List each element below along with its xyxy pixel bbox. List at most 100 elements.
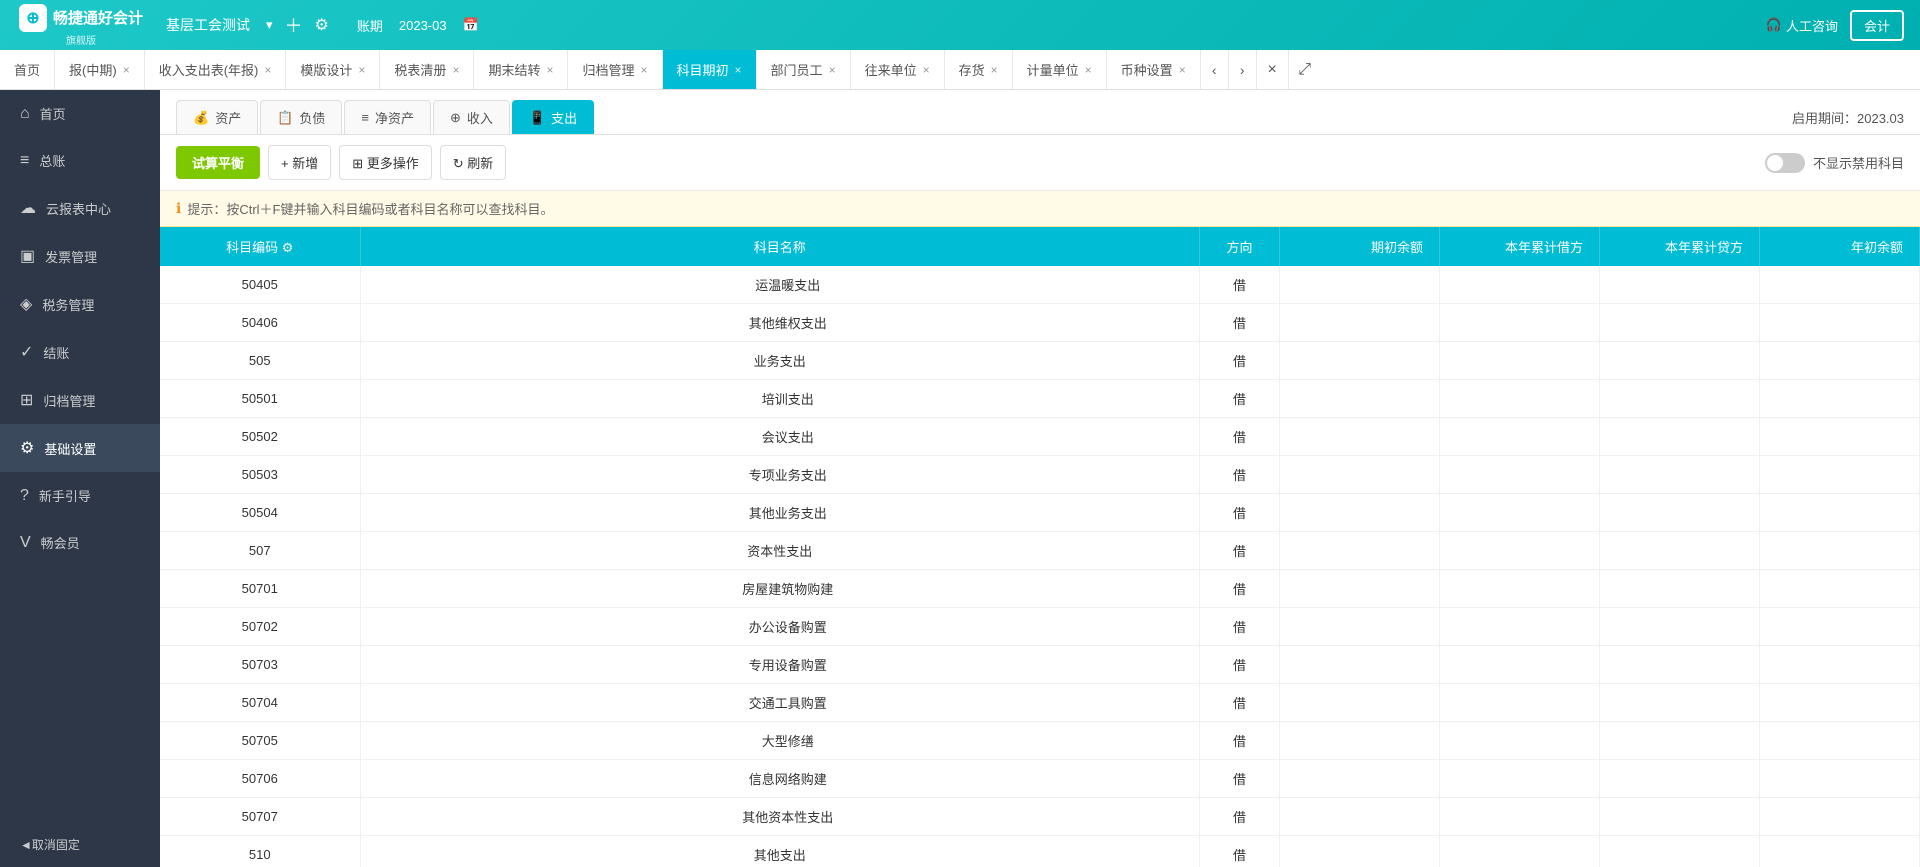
service-button[interactable]: 🎧 人工咨询 [1766,16,1838,35]
table-row[interactable]: 505 业务支出 借 [160,342,1920,380]
tab-currency-label: 币种设置 [1121,60,1173,79]
row-direction: 借 [1200,608,1280,646]
sub-tab-expense[interactable]: 📱 支出 [512,100,594,134]
sidebar-item-home[interactable]: ⌂ 首页 [0,90,160,137]
table-row[interactable]: 50701 房屋建筑物购建 借 [160,570,1920,608]
tab-close-icon[interactable]: × [1085,63,1092,77]
tab-tax-register[interactable]: 税表清册 × [380,50,474,89]
row-initial-balance [1280,684,1440,722]
row-year-initial [1760,798,1920,836]
sidebar-item-ledger[interactable]: ≡ 总账 [0,137,160,184]
row-initial-balance [1280,760,1440,798]
row-year-debit [1440,722,1600,760]
table-row[interactable]: 50703 专用设备购置 借 [160,646,1920,684]
ledger-icon: ≡ [20,152,29,170]
tab-close-icon[interactable]: × [735,63,742,77]
period-info-label: 启用期间：2023.03 [1792,108,1904,127]
sidebar-item-archive[interactable]: ⊞ 归档管理 [0,376,160,424]
sidebar-collapse-button[interactable]: ◄取消固定 [0,822,160,867]
sidebar-item-membership[interactable]: V 畅会员 [0,519,160,566]
tab-archive[interactable]: 归档管理 × [568,50,662,89]
tab-close-icon[interactable]: × [452,63,459,77]
table-row[interactable]: 50706 信息网络购建 借 [160,760,1920,798]
tab-close-icon[interactable]: × [991,63,998,77]
sub-tab-equity[interactable]: ≡ 净资产 [344,100,431,134]
sub-tab-asset[interactable]: 💰 资产 [176,100,258,134]
tab-template-design[interactable]: 模版设计 × [286,50,380,89]
header-name: 科目名称 [360,227,1200,266]
table-row[interactable]: 50504 其他业务支出 借 [160,494,1920,532]
refresh-button[interactable]: ↻ 刷新 [440,145,507,180]
sidebar-item-invoice[interactable]: ▣ 发票管理 [0,232,160,280]
tab-subject-initial[interactable]: 科目期初 × [663,50,757,89]
tab-inventory[interactable]: 存货 × [945,50,1013,89]
logo-icon: ⊕ [19,4,47,32]
tab-close-icon[interactable]: × [123,63,130,77]
calendar-icon[interactable]: 📅 [463,17,479,33]
row-direction: 借 [1200,494,1280,532]
sidebar-item-cloud-report[interactable]: ☁ 云报表中心 [0,184,160,232]
add-button[interactable]: + 新增 [268,145,331,180]
tab-period-end[interactable]: 期末结转 × [474,50,568,89]
invoice-icon: ▣ [20,246,35,266]
row-initial-balance [1280,608,1440,646]
company-dropdown-icon[interactable]: ▾ [266,17,273,33]
sidebar-item-guide[interactable]: ? 新手引导 [0,472,160,519]
row-initial-balance [1280,798,1440,836]
tab-close-icon[interactable]: × [264,63,271,77]
table-row[interactable]: 507 资本性支出 借 [160,532,1920,570]
tab-close-icon[interactable]: × [829,63,836,77]
sub-tab-income[interactable]: ⊕ 收入 [433,100,510,134]
row-initial-balance [1280,266,1440,304]
tab-close-icon[interactable]: × [358,63,365,77]
row-year-debit [1440,760,1600,798]
table-row[interactable]: 50406 其他维权支出 借 [160,304,1920,342]
tab-close-icon[interactable]: × [923,63,930,77]
tab-counterparty[interactable]: 往来单位 × [851,50,945,89]
row-name: 运温暖支出 [360,266,1200,304]
table-row[interactable]: 50702 办公设备购置 借 [160,608,1920,646]
tab-home[interactable]: 首页 [0,50,55,89]
tab-dept-staff-label: 部门员工 [771,60,823,79]
row-year-credit [1600,760,1760,798]
tab-income-annual[interactable]: 收入支出表(年报) × [145,50,287,89]
row-name: 专项业务支出 [360,456,1200,494]
sub-tab-liability[interactable]: 📋 负债 [260,100,342,134]
disabled-toggle[interactable] [1765,153,1805,173]
tab-close-all-button[interactable]: × [1257,50,1289,89]
add-company-button[interactable]: ＋ [285,12,303,38]
row-initial-balance [1280,836,1440,867]
balance-button[interactable]: 试算平衡 [176,146,260,179]
table-row[interactable]: 50405 运温暖支出 借 [160,266,1920,304]
row-year-initial [1760,494,1920,532]
row-year-initial [1760,760,1920,798]
tab-report-mid[interactable]: 报(中期) × [55,50,145,89]
sidebar-item-settings[interactable]: ⚙ 基础设置 [0,424,160,472]
table-row[interactable]: 510 其他支出 借 [160,836,1920,867]
account-button[interactable]: 会计 [1850,10,1904,41]
tab-expand-button[interactable]: ⤢ [1289,50,1321,89]
tab-bar: 首页 报(中期) × 收入支出表(年报) × 模版设计 × 税表清册 × 期末结… [0,50,1920,90]
tab-close-icon[interactable]: × [546,63,553,77]
tab-home-label: 首页 [14,60,40,79]
table-row[interactable]: 50704 交通工具购置 借 [160,684,1920,722]
table-row[interactable]: 50707 其他资本性支出 借 [160,798,1920,836]
table-row[interactable]: 50503 专项业务支出 借 [160,456,1920,494]
tab-dept-staff[interactable]: 部门员工 × [757,50,851,89]
tab-prev-button[interactable]: ‹ [1201,50,1229,89]
settings-icon[interactable]: ⚙ [315,15,329,35]
table-row[interactable]: 50705 大型修缮 借 [160,722,1920,760]
more-actions-button[interactable]: ⊞ 更多操作 [339,145,432,180]
table-row[interactable]: 50501 培训支出 借 [160,380,1920,418]
sidebar-item-close[interactable]: ✓ 结账 [0,328,160,376]
table-header-row: 科目编码 ⚙ 科目名称 方向 期初余额 本年累计借方 本年累计贷方 年初余额 [160,227,1920,266]
sidebar-item-tax[interactable]: ◈ 税务管理 [0,280,160,328]
tab-next-button[interactable]: › [1229,50,1257,89]
table-row[interactable]: 50502 会议支出 借 [160,418,1920,456]
tab-close-icon[interactable]: × [1179,63,1186,77]
tab-close-icon[interactable]: × [641,63,648,77]
tab-currency[interactable]: 币种设置 × [1107,50,1201,89]
sub-tab-equity-label: 净资产 [375,108,414,127]
tab-unit[interactable]: 计量单位 × [1013,50,1107,89]
row-year-initial [1760,304,1920,342]
